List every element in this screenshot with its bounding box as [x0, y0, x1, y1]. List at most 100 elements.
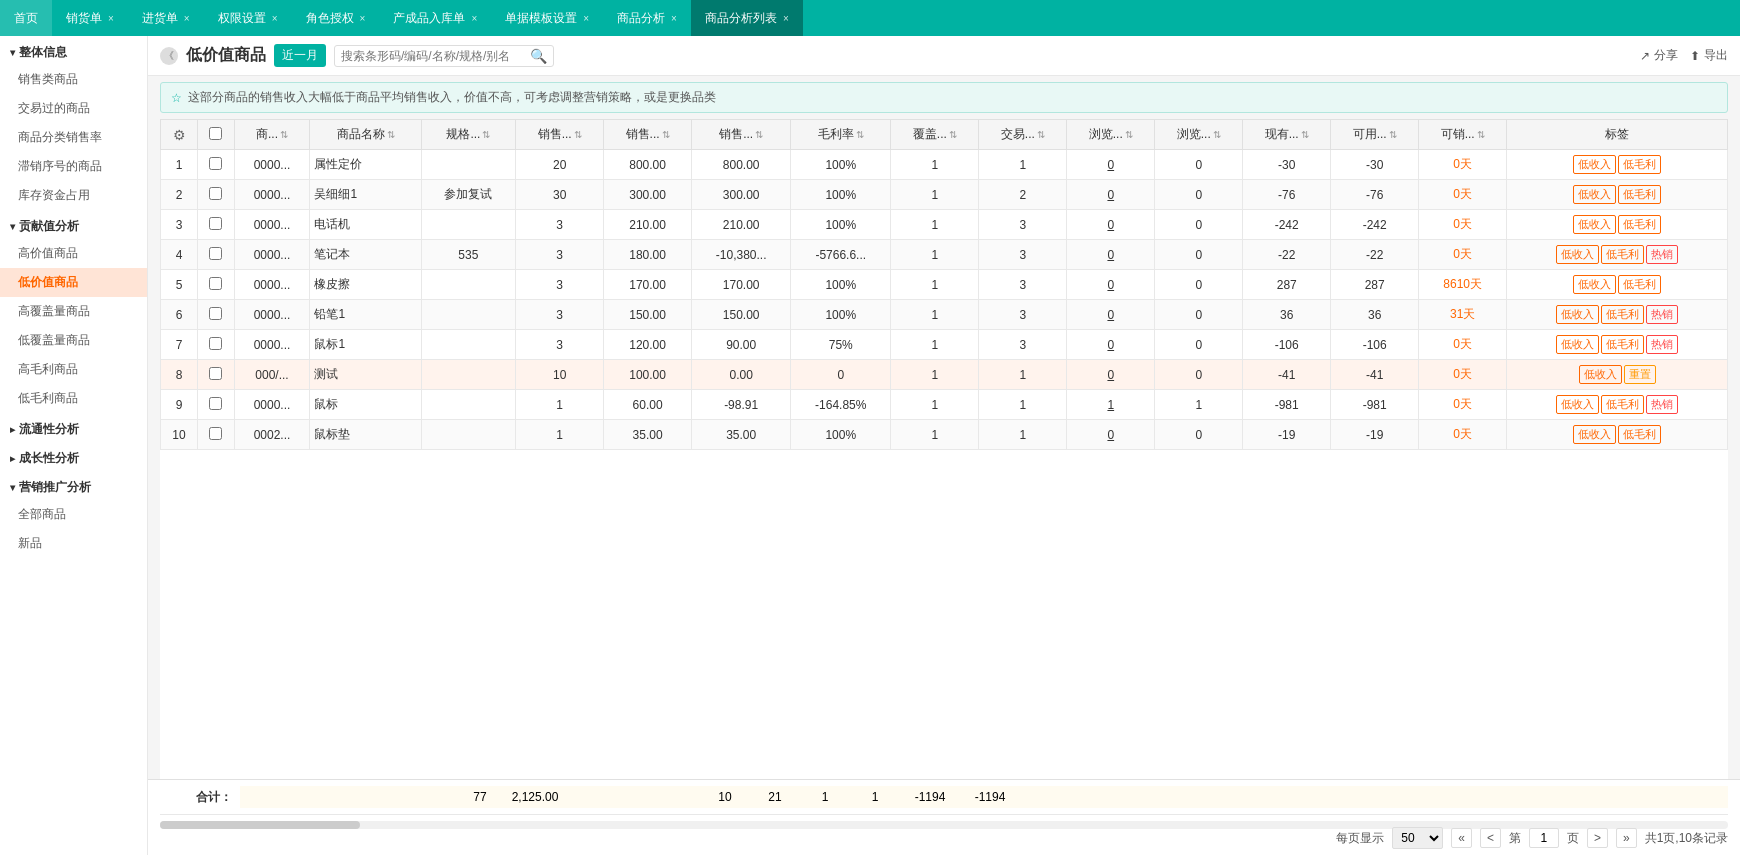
export-icon: ⬆ [1690, 49, 1700, 63]
col-code[interactable]: 商...⇅ [234, 120, 310, 150]
nav-finished-goods[interactable]: 产成品入库单 × [379, 0, 491, 36]
col-sellable-stock[interactable]: 可销...⇅ [1419, 120, 1507, 150]
sidebar-item-low-margin[interactable]: 低毛利商品 [0, 384, 147, 413]
row-checkbox[interactable] [209, 187, 222, 200]
close-roles[interactable]: × [360, 13, 366, 24]
select-all-checkbox[interactable] [209, 127, 222, 140]
nav-template-settings[interactable]: 单据模板设置 × [491, 0, 603, 36]
sidebar-item-sales-goods[interactable]: 销售类商品 [0, 65, 147, 94]
sidebar-item-new-goods[interactable]: 新品 [0, 529, 147, 558]
col-available-stock[interactable]: 可用...⇅ [1331, 120, 1419, 150]
row-views1: 0 [1067, 150, 1155, 180]
sidebar-item-all-goods[interactable]: 全部商品 [0, 500, 147, 529]
search-icon[interactable]: 🔍 [530, 48, 547, 64]
row-spec [421, 150, 516, 180]
last-page-button[interactable]: » [1616, 828, 1637, 848]
views1-link[interactable]: 0 [1107, 308, 1114, 322]
close-sales-order[interactable]: × [108, 13, 114, 24]
sort-icon-views1: ⇅ [1125, 129, 1133, 140]
nav-sales-order[interactable]: 销货单 × [52, 0, 128, 36]
sidebar-item-low-coverage[interactable]: 低覆盖量商品 [0, 326, 147, 355]
col-settings[interactable]: ⚙ [161, 120, 198, 150]
search-input[interactable] [341, 49, 530, 63]
col-views1[interactable]: 浏览...⇅ [1067, 120, 1155, 150]
sidebar-item-traded-goods[interactable]: 交易过的商品 [0, 94, 147, 123]
page-size-select[interactable]: 50 10 20 100 [1392, 827, 1443, 849]
row-name: 属性定价 [310, 150, 421, 180]
col-coverage[interactable]: 覆盖...⇅ [891, 120, 979, 150]
close-permissions[interactable]: × [272, 13, 278, 24]
export-button[interactable]: ⬆ 导出 [1690, 47, 1728, 64]
settings-icon[interactable]: ⚙ [173, 127, 186, 143]
col-sales-price[interactable]: 销售...⇅ [692, 120, 791, 150]
row-checkbox[interactable] [209, 367, 222, 380]
table-row: 10000...属性定价20800.00800.00100%1100-30-30… [161, 150, 1728, 180]
row-checkbox[interactable] [209, 427, 222, 440]
sidebar-item-high-coverage[interactable]: 高覆盖量商品 [0, 297, 147, 326]
col-transactions[interactable]: 交易...⇅ [979, 120, 1067, 150]
period-button[interactable]: 近一月 [274, 44, 326, 67]
views1-link[interactable]: 0 [1107, 278, 1114, 292]
views1-link[interactable]: 1 [1107, 398, 1114, 412]
col-spec[interactable]: 规格...⇅ [421, 120, 516, 150]
close-purchase-order[interactable]: × [184, 13, 190, 24]
first-page-button[interactable]: « [1451, 828, 1472, 848]
row-checkbox[interactable] [209, 217, 222, 230]
row-views2: 0 [1155, 150, 1243, 180]
close-template-settings[interactable]: × [583, 13, 589, 24]
nav-purchase-order[interactable]: 进货单 × [128, 0, 204, 36]
views1-link[interactable]: 0 [1107, 158, 1114, 172]
row-checkbox[interactable] [209, 277, 222, 290]
views1-link[interactable]: 0 [1107, 188, 1114, 202]
row-checkbox[interactable] [209, 157, 222, 170]
share-button[interactable]: ↗ 分享 [1640, 47, 1678, 64]
close-product-analysis[interactable]: × [671, 13, 677, 24]
row-available-stock: 287 [1331, 270, 1419, 300]
row-views2: 0 [1155, 360, 1243, 390]
total-current-stock: -1194 [900, 790, 960, 804]
col-views2[interactable]: 浏览...⇅ [1155, 120, 1243, 150]
sidebar-item-category-sales-rate[interactable]: 商品分类销售率 [0, 123, 147, 152]
col-sales-qty[interactable]: 销售...⇅ [516, 120, 604, 150]
col-tags[interactable]: 标签 [1507, 120, 1728, 150]
row-checkbox[interactable] [209, 337, 222, 350]
views1-link[interactable]: 0 [1107, 368, 1114, 382]
views1-link[interactable]: 0 [1107, 338, 1114, 352]
sidebar-item-high-value[interactable]: 高价值商品 [0, 239, 147, 268]
views1-link[interactable]: 0 [1107, 218, 1114, 232]
close-product-analysis-list[interactable]: × [783, 13, 789, 24]
nav-product-analysis[interactable]: 商品分析 × [603, 0, 691, 36]
sidebar-group-growth[interactable]: ▸ 成长性分析 [0, 442, 147, 471]
nav-permissions[interactable]: 权限设置 × [204, 0, 292, 36]
row-gross-rate: -5766.6... [791, 240, 891, 270]
tag-badge: 低毛利 [1618, 425, 1661, 444]
next-page-button[interactable]: > [1587, 828, 1608, 848]
views1-link[interactable]: 0 [1107, 428, 1114, 442]
sidebar-group-contribution[interactable]: ▾ 贡献值分析 [0, 210, 147, 239]
col-sales-amount[interactable]: 销售...⇅ [604, 120, 692, 150]
sort-icon-transactions: ⇅ [1037, 129, 1045, 140]
row-checkbox[interactable] [209, 307, 222, 320]
content-area: 《 低价值商品 近一月 🔍 ↗ 分享 ⬆ 导出 ☆ 这部分商品 [148, 36, 1740, 855]
col-gross-rate[interactable]: 毛利率⇅ [791, 120, 891, 150]
page-number-input[interactable] [1529, 828, 1559, 848]
views1-link[interactable]: 0 [1107, 248, 1114, 262]
row-checkbox[interactable] [209, 397, 222, 410]
sidebar-item-low-value[interactable]: 低价值商品 [0, 268, 147, 297]
col-current-stock[interactable]: 现有...⇅ [1243, 120, 1331, 150]
sidebar-item-slow-goods[interactable]: 滞销序号的商品 [0, 152, 147, 181]
collapse-sidebar-button[interactable]: 《 [160, 47, 178, 65]
sidebar-item-high-margin[interactable]: 高毛利商品 [0, 355, 147, 384]
tag-badge: 低毛利 [1618, 275, 1661, 294]
prev-page-button[interactable]: < [1480, 828, 1501, 848]
nav-product-analysis-list[interactable]: 商品分析列表 × [691, 0, 803, 36]
col-name[interactable]: 商品名称⇅ [310, 120, 421, 150]
nav-home[interactable]: 首页 [0, 0, 52, 36]
nav-roles[interactable]: 角色授权 × [292, 0, 380, 36]
sidebar-group-circulation[interactable]: ▸ 流通性分析 [0, 413, 147, 442]
close-finished-goods[interactable]: × [471, 13, 477, 24]
sidebar-item-stock-capital[interactable]: 库存资金占用 [0, 181, 147, 210]
row-checkbox[interactable] [209, 247, 222, 260]
sidebar-group-marketing[interactable]: ▾ 营销推广分析 [0, 471, 147, 500]
sidebar-group-overview[interactable]: ▾ 整体信息 [0, 36, 147, 65]
